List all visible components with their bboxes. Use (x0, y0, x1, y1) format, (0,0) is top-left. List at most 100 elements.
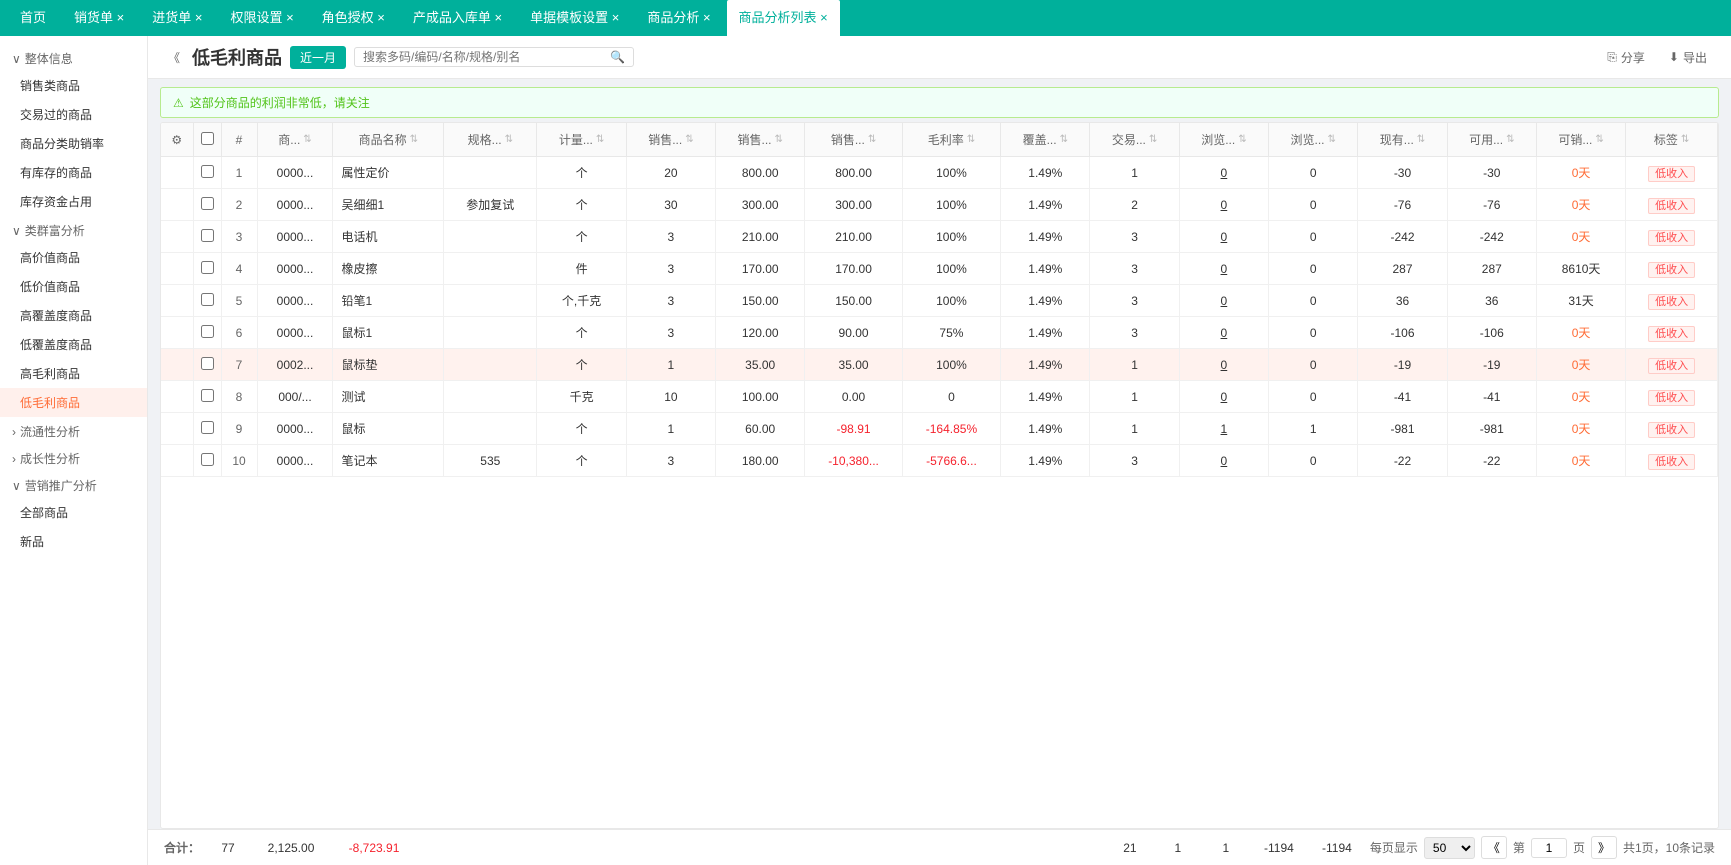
sidebar-item-low-value[interactable]: 低价值商品 (0, 272, 147, 301)
th-view1[interactable]: 浏览...⇅ (1179, 123, 1268, 157)
th-sales-price[interactable]: 销售...⇅ (716, 123, 805, 157)
page-input[interactable] (1531, 838, 1567, 858)
th-spec[interactable]: 规格...⇅ (444, 123, 537, 157)
th-coverage[interactable]: 覆盖...⇅ (1001, 123, 1090, 157)
table-row: 9 0000... 鼠标 个 1 60.00 -98.91 -164.85% 1… (161, 413, 1718, 445)
nav-item-sales[interactable]: 销货单 × (62, 0, 136, 36)
th-saleable[interactable]: 可销...⇅ (1536, 123, 1625, 157)
cell-view1[interactable]: 0 (1179, 349, 1268, 381)
sidebar-item-high-coverage[interactable]: 高覆盖度商品 (0, 301, 147, 330)
th-current-stock[interactable]: 现有...⇅ (1358, 123, 1447, 157)
cell-code: 0000... (257, 253, 333, 285)
cell-sales-profit: 0.00 (805, 381, 902, 413)
sidebar-item-high-value[interactable]: 高价值商品 (0, 243, 147, 272)
th-name[interactable]: 商品名称⇅ (333, 123, 444, 157)
chevron-right-icon: › (12, 425, 16, 439)
cell-view1[interactable]: 0 (1179, 221, 1268, 253)
cell-sales-price: 800.00 (716, 157, 805, 189)
cell-num: 3 (221, 221, 257, 253)
th-gross-rate[interactable]: 毛利率⇅ (902, 123, 1000, 157)
cell-checkbox[interactable] (193, 413, 221, 445)
cell-settings (161, 445, 193, 477)
cell-checkbox[interactable] (193, 189, 221, 221)
nav-item-analysis-list[interactable]: 商品分析列表 × (727, 0, 840, 36)
search-icon[interactable]: 🔍 (610, 50, 625, 64)
nav-item-templates[interactable]: 单据模板设置 × (518, 0, 631, 36)
cell-view1[interactable]: 0 (1179, 157, 1268, 189)
cell-transaction: 3 (1090, 253, 1179, 285)
sidebar-item-all-products[interactable]: 全部商品 (0, 498, 147, 527)
cell-checkbox[interactable] (193, 157, 221, 189)
sidebar-group-circulation[interactable]: › 流通性分析 (0, 417, 147, 444)
share-button[interactable]: ⎘ 分享 (1599, 45, 1653, 70)
cell-checkbox[interactable] (193, 381, 221, 413)
th-sales-profit[interactable]: 销售...⇅ (805, 123, 902, 157)
select-all-checkbox[interactable] (201, 132, 214, 145)
share-icon: ⎘ (1607, 50, 1617, 65)
nav-item-roles[interactable]: 角色授权 × (310, 0, 397, 36)
sidebar-group-growth[interactable]: › 成长性分析 (0, 444, 147, 471)
sidebar-item-traded-products[interactable]: 交易过的商品 (0, 100, 147, 129)
cell-sales-price: 150.00 (716, 285, 805, 317)
cell-checkbox[interactable] (193, 317, 221, 349)
cell-view1[interactable]: 0 (1179, 189, 1268, 221)
cell-unit: 个,千克 (537, 285, 626, 317)
cell-available: -41 (1447, 381, 1536, 413)
th-view2[interactable]: 浏览...⇅ (1269, 123, 1358, 157)
search-input[interactable] (363, 50, 610, 64)
cell-view1[interactable]: 0 (1179, 253, 1268, 285)
page-suffix: 页 (1573, 839, 1585, 856)
cell-current-stock: -22 (1358, 445, 1447, 477)
cell-checkbox[interactable] (193, 445, 221, 477)
cell-settings (161, 189, 193, 221)
th-code[interactable]: 商...⇅ (257, 123, 333, 157)
cell-tag: 低收入 (1626, 157, 1718, 189)
cell-checkbox[interactable] (193, 349, 221, 381)
th-tag[interactable]: 标签⇅ (1626, 123, 1718, 157)
th-settings[interactable]: ⚙ (161, 123, 193, 157)
cell-view1[interactable]: 0 (1179, 381, 1268, 413)
nav-item-analysis[interactable]: 商品分析 × (635, 0, 722, 36)
cell-checkbox[interactable] (193, 221, 221, 253)
cell-view1[interactable]: 0 (1179, 445, 1268, 477)
cell-view1[interactable]: 1 (1179, 413, 1268, 445)
sidebar-item-stocked[interactable]: 有库存的商品 (0, 158, 147, 187)
nav-item-permissions[interactable]: 权限设置 × (218, 0, 305, 36)
sidebar-item-sales-products[interactable]: 销售类商品 (0, 71, 147, 100)
footer-total-label: 合计： (164, 839, 200, 856)
export-button[interactable]: ⬇ 导出 (1661, 45, 1715, 70)
sidebar-item-new-products[interactable]: 新品 (0, 527, 147, 556)
nav-item-home[interactable]: 首页 (8, 0, 58, 36)
cell-tag: 低收入 (1626, 189, 1718, 221)
th-available[interactable]: 可用...⇅ (1447, 123, 1536, 157)
cell-spec (444, 221, 537, 253)
next-page-btn[interactable]: 》 (1591, 836, 1617, 859)
page-size-select[interactable]: 50 100 200 (1424, 837, 1475, 859)
sidebar-item-low-margin[interactable]: 低毛利商品 (0, 388, 147, 417)
cell-view1[interactable]: 0 (1179, 285, 1268, 317)
cell-unit: 个 (537, 349, 626, 381)
settings-icon[interactable]: ⚙ (171, 133, 182, 147)
sidebar-item-category-rate[interactable]: 商品分类助销率 (0, 129, 147, 158)
sidebar-item-high-margin[interactable]: 高毛利商品 (0, 359, 147, 388)
cell-coverage: 1.49% (1001, 349, 1090, 381)
cell-settings (161, 413, 193, 445)
nav-item-purchase[interactable]: 进货单 × (140, 0, 214, 36)
prev-page-btn[interactable]: 《 (1481, 836, 1507, 859)
cell-checkbox[interactable] (193, 253, 221, 285)
nav-item-products[interactable]: 产成品入库单 × (401, 0, 514, 36)
cell-current-stock: 287 (1358, 253, 1447, 285)
cell-settings (161, 221, 193, 253)
cell-spec (444, 317, 537, 349)
th-sales-qty[interactable]: 销售...⇅ (626, 123, 715, 157)
cell-view1[interactable]: 0 (1179, 317, 1268, 349)
cell-days: 0天 (1536, 413, 1625, 445)
sidebar-item-low-coverage[interactable]: 低覆盖度商品 (0, 330, 147, 359)
th-transaction[interactable]: 交易...⇅ (1090, 123, 1179, 157)
th-checkbox[interactable] (193, 123, 221, 157)
th-unit[interactable]: 计量...⇅ (537, 123, 626, 157)
cell-checkbox[interactable] (193, 285, 221, 317)
sidebar-item-capital[interactable]: 库存资金占用 (0, 187, 147, 216)
date-filter-button[interactable]: 近一月 (290, 46, 346, 69)
collapse-sidebar-btn[interactable]: 《 (164, 49, 184, 66)
